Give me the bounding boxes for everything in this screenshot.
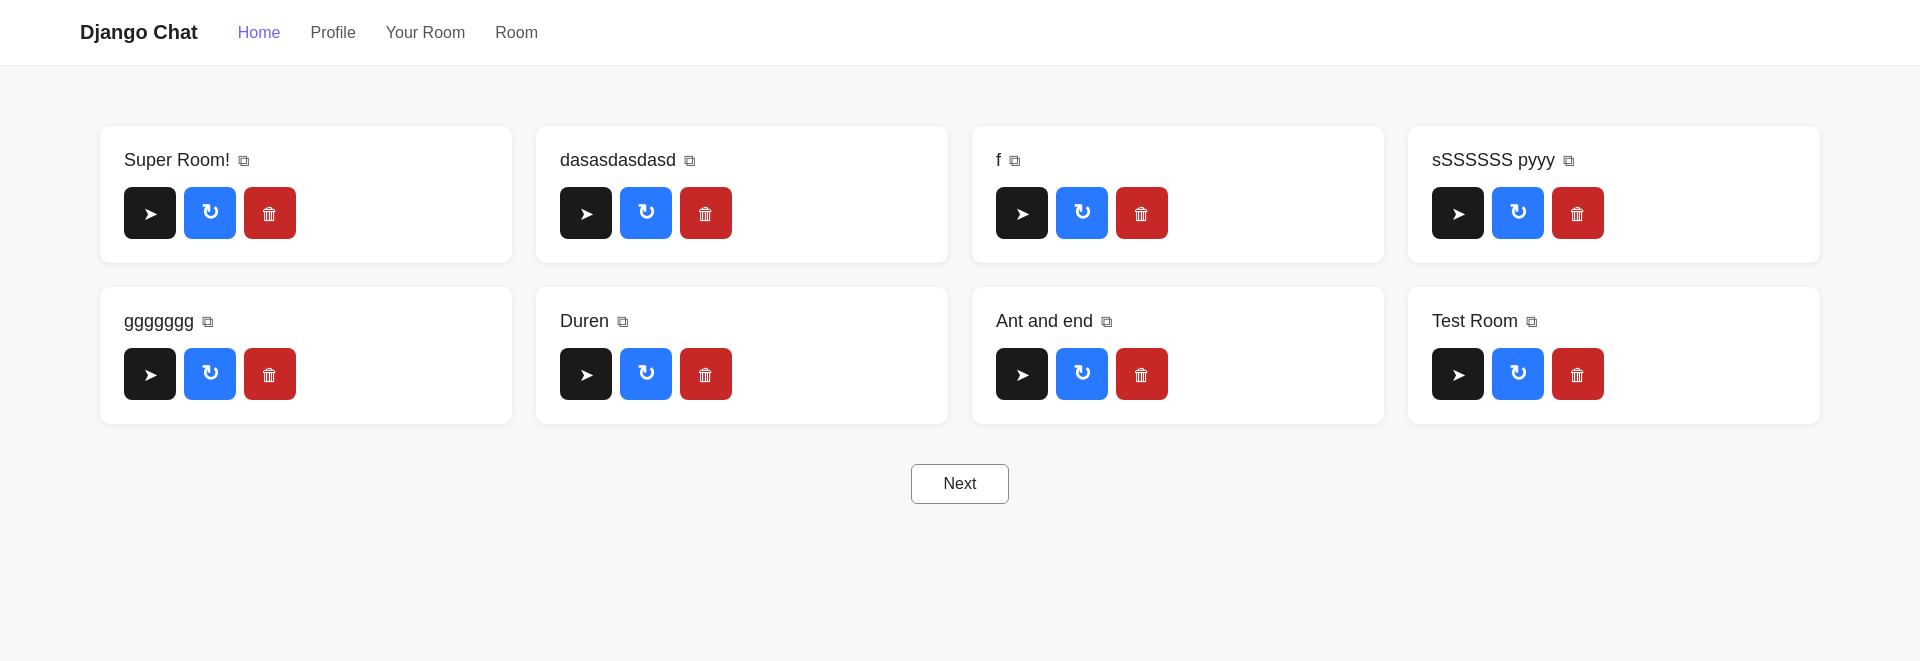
room-name-row: Duren ⧉: [560, 311, 924, 332]
trash-icon: [1569, 363, 1587, 386]
room-name-row: Super Room! ⧉: [124, 150, 488, 171]
room-actions: [1432, 348, 1796, 400]
room-name-row: ggggggg ⧉: [124, 311, 488, 332]
pagination: Next: [100, 464, 1820, 504]
refresh-icon: [1509, 200, 1527, 226]
copy-icon[interactable]: ⧉: [1009, 152, 1020, 170]
room-name-row: f⧉: [996, 150, 1360, 171]
refresh-icon: [1073, 361, 1091, 387]
send-icon: [1015, 202, 1030, 225]
refresh-button[interactable]: [1492, 187, 1544, 239]
refresh-button[interactable]: [620, 187, 672, 239]
refresh-button[interactable]: [184, 187, 236, 239]
room-card-room-3: f⧉: [972, 126, 1384, 263]
trash-icon: [697, 202, 715, 225]
room-name: Ant and end: [996, 311, 1093, 332]
refresh-button[interactable]: [1492, 348, 1544, 400]
room-card-room-1: Super Room! ⧉: [100, 126, 512, 263]
enter-button[interactable]: [124, 187, 176, 239]
room-name: f: [996, 150, 1001, 171]
room-actions: [560, 348, 924, 400]
copy-icon[interactable]: ⧉: [238, 152, 249, 170]
refresh-icon: [1073, 200, 1091, 226]
room-actions: [1432, 187, 1796, 239]
nav-link-home[interactable]: Home: [238, 24, 281, 42]
nav-link-your-room[interactable]: Your Room: [386, 24, 465, 42]
copy-icon[interactable]: ⧉: [684, 152, 695, 170]
room-name: Super Room!: [124, 150, 230, 171]
send-icon: [1451, 202, 1466, 225]
enter-button[interactable]: [560, 348, 612, 400]
delete-button[interactable]: [244, 348, 296, 400]
room-actions: [996, 348, 1360, 400]
room-card-room-8: Test Room ⧉: [1408, 287, 1820, 424]
enter-button[interactable]: [996, 187, 1048, 239]
send-icon: [143, 202, 158, 225]
room-card-room-4: sSSSSSS pyyy ⧉: [1408, 126, 1820, 263]
room-name: Duren: [560, 311, 609, 332]
room-card-room-7: Ant and end ⧉: [972, 287, 1384, 424]
room-actions: [124, 348, 488, 400]
send-icon: [1451, 363, 1466, 386]
enter-button[interactable]: [1432, 348, 1484, 400]
refresh-icon: [201, 361, 219, 387]
copy-icon[interactable]: ⧉: [1563, 152, 1574, 170]
room-name-row: Test Room ⧉: [1432, 311, 1796, 332]
trash-icon: [1133, 363, 1151, 386]
trash-icon: [697, 363, 715, 386]
room-card-room-2: dasasdasdasd ⧉: [536, 126, 948, 263]
trash-icon: [261, 202, 279, 225]
enter-button[interactable]: [1432, 187, 1484, 239]
refresh-button[interactable]: [1056, 187, 1108, 239]
room-actions: [996, 187, 1360, 239]
refresh-button[interactable]: [184, 348, 236, 400]
rooms-grid: Super Room!⧉dasasdasdasd⧉f⧉sSSSSSS pyyy⧉…: [100, 126, 1820, 424]
room-card-room-6: Duren ⧉: [536, 287, 948, 424]
trash-icon: [1569, 202, 1587, 225]
navbar: Django Chat Home Profile Your Room Room: [0, 0, 1920, 66]
room-actions: [560, 187, 924, 239]
delete-button[interactable]: [680, 348, 732, 400]
trash-icon: [261, 363, 279, 386]
delete-button[interactable]: [680, 187, 732, 239]
main-content: Super Room!⧉dasasdasdasd⧉f⧉sSSSSSS pyyy⧉…: [0, 66, 1920, 544]
refresh-icon: [637, 361, 655, 387]
delete-button[interactable]: [1552, 348, 1604, 400]
copy-icon[interactable]: ⧉: [1526, 313, 1537, 331]
trash-icon: [1133, 202, 1151, 225]
enter-button[interactable]: [996, 348, 1048, 400]
copy-icon[interactable]: ⧉: [202, 313, 213, 331]
delete-button[interactable]: [1116, 187, 1168, 239]
send-icon: [1015, 363, 1030, 386]
room-name-row: sSSSSSS pyyy ⧉: [1432, 150, 1796, 171]
nav-link-profile[interactable]: Profile: [310, 24, 355, 42]
room-name-row: dasasdasdasd ⧉: [560, 150, 924, 171]
delete-button[interactable]: [244, 187, 296, 239]
send-icon: [579, 363, 594, 386]
room-name: Test Room: [1432, 311, 1518, 332]
room-name: sSSSSSS pyyy: [1432, 150, 1555, 171]
nav-link-room[interactable]: Room: [495, 24, 538, 42]
room-card-room-5: ggggggg ⧉: [100, 287, 512, 424]
copy-icon[interactable]: ⧉: [1101, 313, 1112, 331]
enter-button[interactable]: [560, 187, 612, 239]
enter-button[interactable]: [124, 348, 176, 400]
room-actions: [124, 187, 488, 239]
refresh-icon: [201, 200, 219, 226]
delete-button[interactable]: [1116, 348, 1168, 400]
send-icon: [579, 202, 594, 225]
brand-logo: Django Chat: [80, 21, 198, 44]
room-name: ggggggg: [124, 311, 194, 332]
refresh-button[interactable]: [620, 348, 672, 400]
room-name-row: Ant and end ⧉: [996, 311, 1360, 332]
next-button[interactable]: Next: [911, 464, 1010, 504]
refresh-icon: [637, 200, 655, 226]
send-icon: [143, 363, 158, 386]
copy-icon[interactable]: ⧉: [617, 313, 628, 331]
refresh-button[interactable]: [1056, 348, 1108, 400]
refresh-icon: [1509, 361, 1527, 387]
room-name: dasasdasdasd: [560, 150, 676, 171]
delete-button[interactable]: [1552, 187, 1604, 239]
